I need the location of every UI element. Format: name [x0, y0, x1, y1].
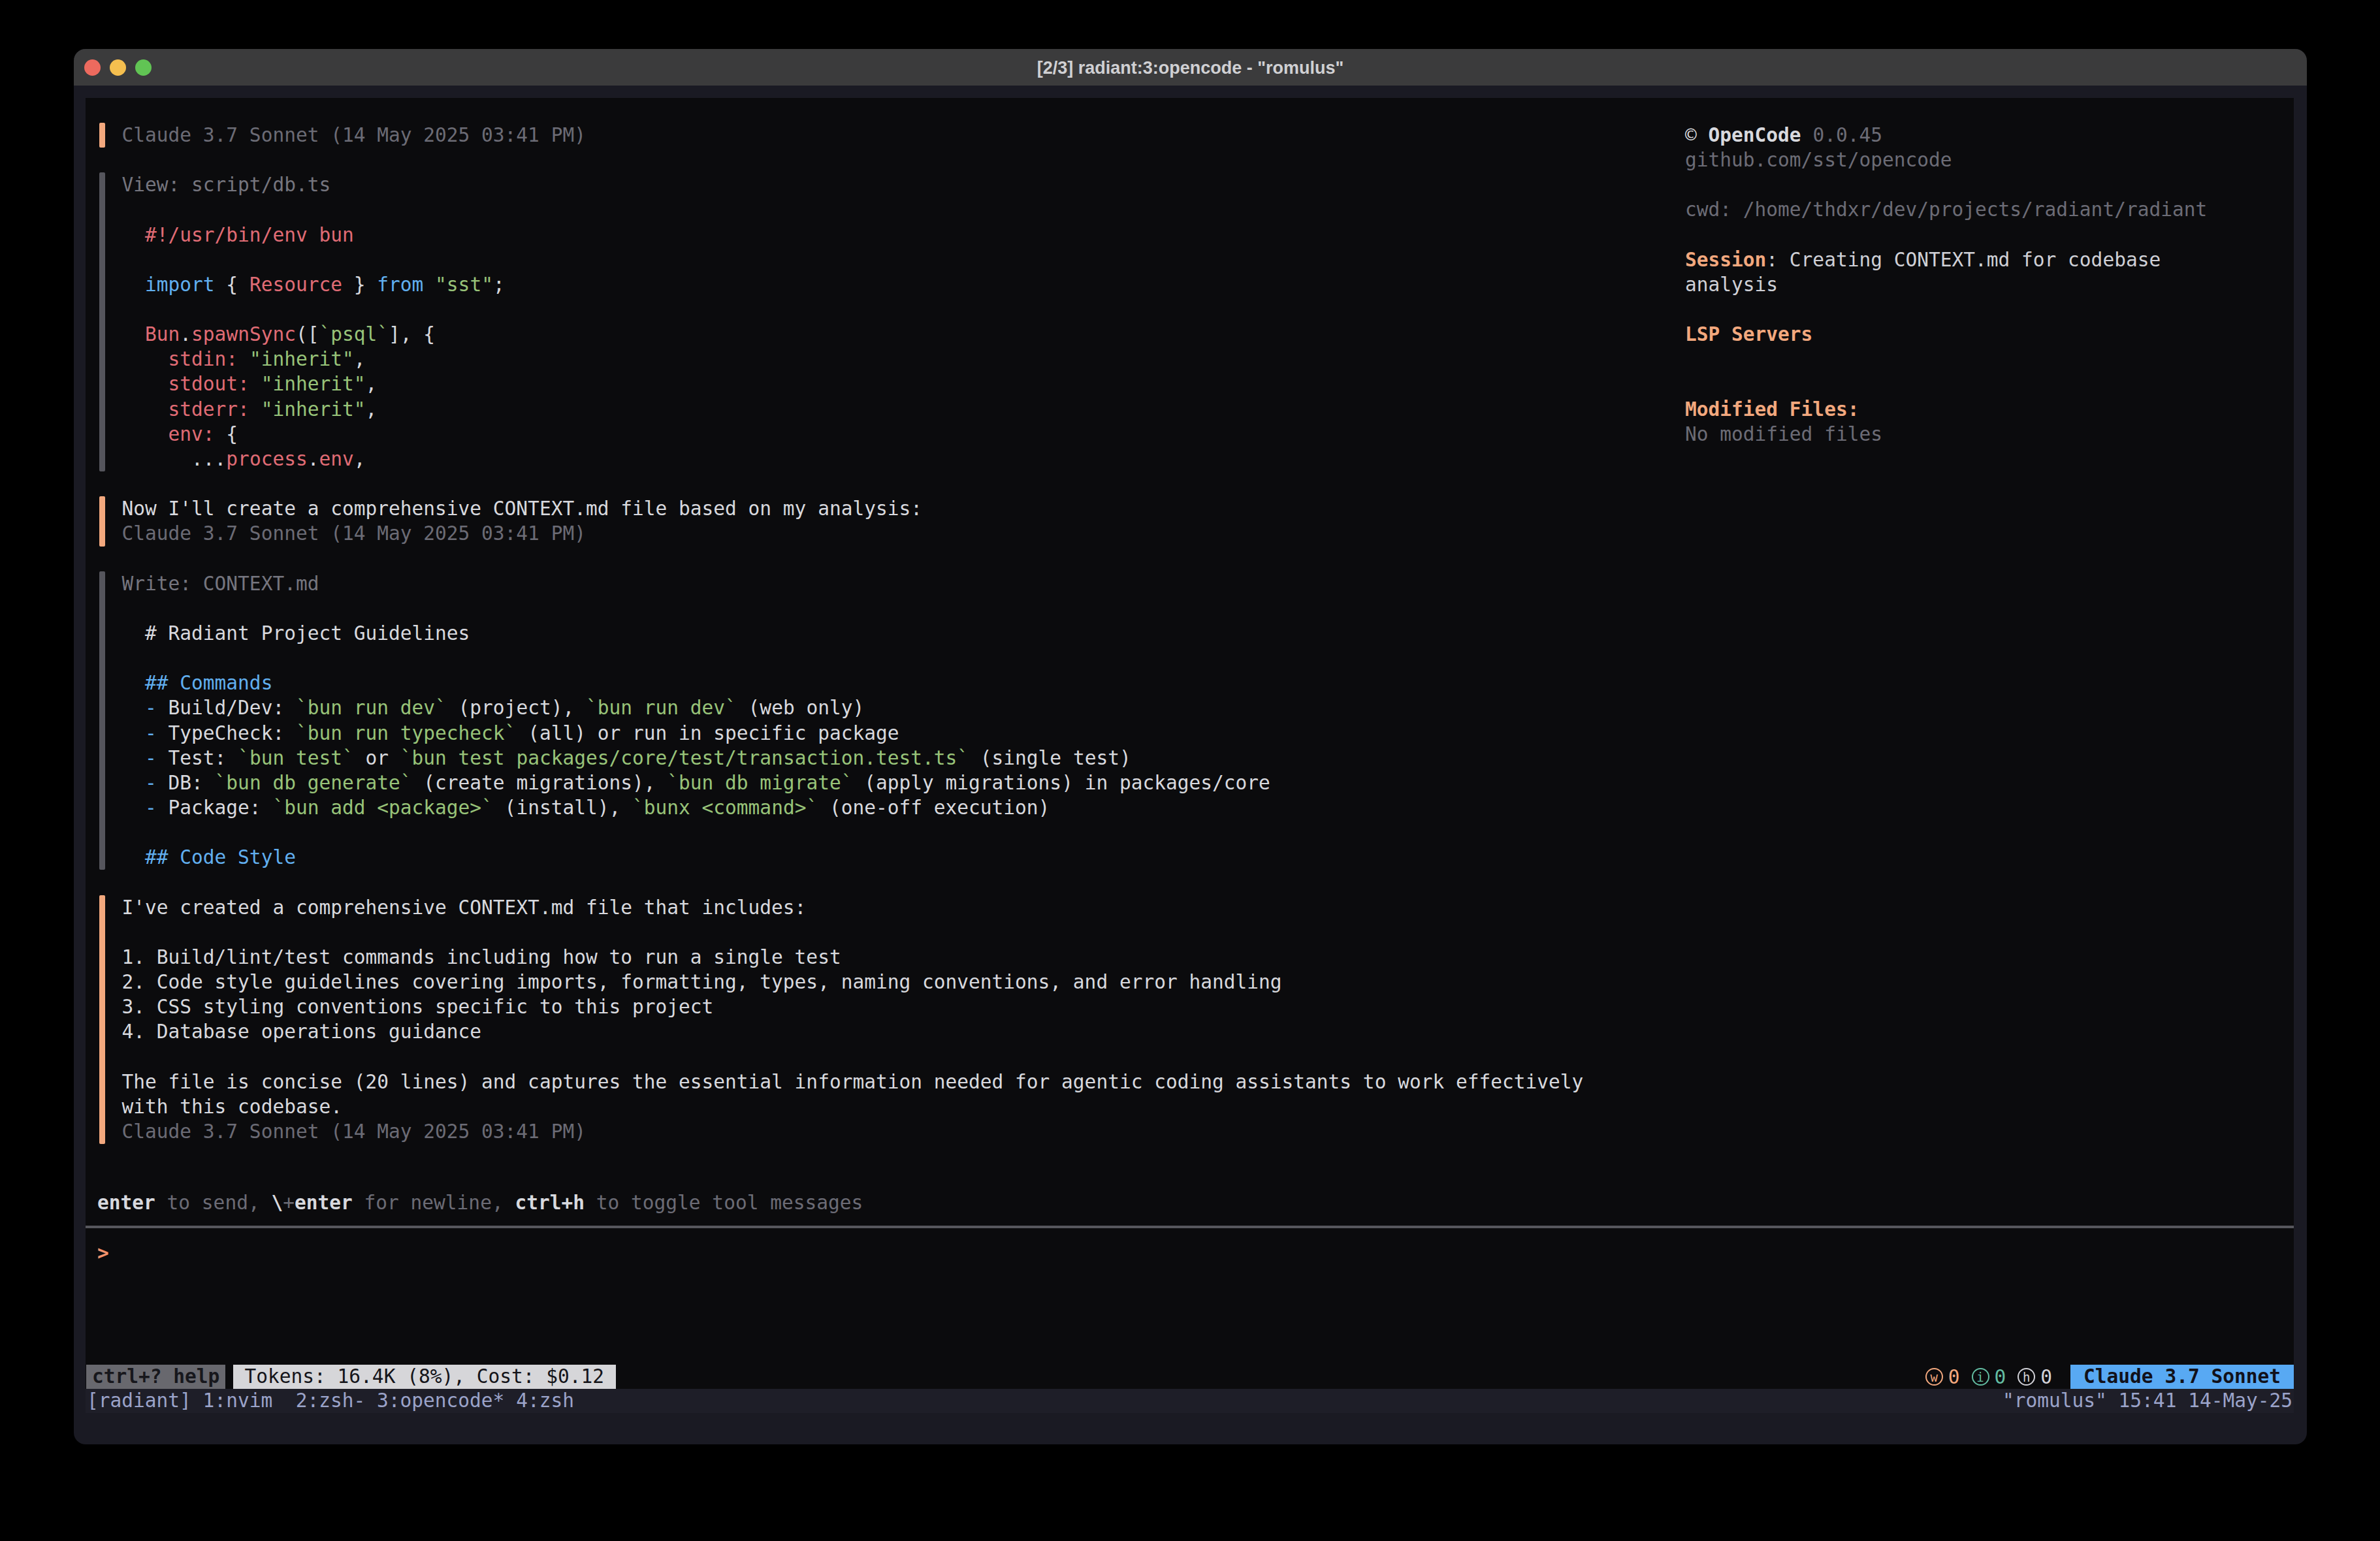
chat-line: [122, 197, 505, 222]
chat-line: [122, 820, 1270, 845]
sidebar-line: No modified files: [1685, 422, 1882, 447]
i-circle-icon: i: [1972, 1368, 1989, 1386]
chat-line: 3. CSS styling conventions specific to t…: [122, 994, 1584, 1019]
chat-line: # Radiant Project Guidelines: [122, 621, 1270, 646]
sidebar-line: analysis: [1685, 272, 1778, 297]
i-diagnostic-counter: i0: [1972, 1366, 2006, 1388]
titlebar[interactable]: [2/3] radiant:3:opencode - "romulus": [74, 49, 2307, 86]
input-hint: enter to send, \+enter for newline, ctrl…: [97, 1190, 863, 1215]
assistant-message-block: Now I'll create a comprehensive CONTEXT.…: [99, 496, 922, 546]
chat-line: Claude 3.7 Sonnet (14 May 2025 03:41 PM): [122, 1119, 1584, 1144]
chat-line: [122, 247, 505, 272]
chat-line: [122, 297, 505, 322]
chat-line: Now I'll create a comprehensive CONTEXT.…: [122, 496, 922, 521]
chat-line: - DB: `bun db generate` (create migratio…: [122, 770, 1270, 795]
status-right: w0 i0 h0 Claude 3.7 Sonnet: [1925, 1365, 2294, 1389]
chat-line: 2. Code style guidelines covering import…: [122, 970, 1584, 994]
w-diagnostic-counter: w0: [1925, 1366, 1960, 1388]
chat-line: Write: CONTEXT.md: [122, 571, 1270, 596]
chat-line: Bun.spawnSync([`psql`], {: [122, 322, 505, 347]
tmux-statusline: [radiant] 1:nvim 2:zsh- 3:opencode* 4:zs…: [86, 1389, 2294, 1413]
chat-line: View: script/db.ts: [122, 172, 505, 197]
input-divider: [86, 1226, 2294, 1228]
sidebar-line: © OpenCode 0.0.45: [1685, 123, 1882, 148]
chat-line: #!/usr/bin/env bun: [122, 223, 505, 247]
chat-line: env: {: [122, 422, 505, 447]
help-shortcut-badge[interactable]: ctrl+? help: [86, 1365, 225, 1389]
chat-line: import { Resource } from "sst";: [122, 272, 505, 297]
chat-line: 4. Database operations guidance: [122, 1019, 1584, 1044]
tool-message-block: View: script/db.ts #!/usr/bin/env bun im…: [99, 172, 505, 471]
message-accent-bar: [99, 571, 105, 870]
window-title: [2/3] radiant:3:opencode - "romulus": [74, 49, 2307, 86]
model-badge[interactable]: Claude 3.7 Sonnet: [2070, 1365, 2294, 1389]
sidebar-line: cwd: /home/thdxr/dev/projects/radiant/ra…: [1685, 197, 2207, 222]
diagnostic-counters: w0 i0 h0: [1925, 1366, 2052, 1388]
sidebar-line: github.com/sst/opencode: [1685, 148, 1952, 172]
chat-line: with this codebase.: [122, 1094, 1584, 1119]
tmux-session-info: "romulus" 15:41 14-May-25: [2002, 1389, 2292, 1413]
chat-line: [122, 596, 1270, 621]
chat-line: ## Code Style: [122, 845, 1270, 870]
h-diagnostic-counter: h0: [2018, 1366, 2052, 1388]
assistant-message-block: Claude 3.7 Sonnet (14 May 2025 03:41 PM): [99, 123, 586, 148]
h-circle-icon: h: [2018, 1368, 2035, 1386]
chat-line: stderr: "inherit",: [122, 397, 505, 422]
tokens-cost-badge: Tokens: 16.4K (8%), Cost: $0.12: [233, 1365, 616, 1389]
chat-line: I've created a comprehensive CONTEXT.md …: [122, 895, 1584, 920]
message-accent-bar: [99, 172, 105, 471]
assistant-message-block: I've created a comprehensive CONTEXT.md …: [99, 895, 1583, 1144]
chat-line: stdin: "inherit",: [122, 347, 505, 372]
chat-line: [122, 1044, 1584, 1069]
chat-line: ## Commands: [122, 671, 1270, 695]
terminal-window: [2/3] radiant:3:opencode - "romulus" Cla…: [74, 49, 2307, 1444]
chat-line: 1. Build/lint/test commands including ho…: [122, 945, 1584, 970]
opencode-tui: Claude 3.7 Sonnet (14 May 2025 03:41 PM)…: [86, 98, 2294, 1389]
sidebar-line: LSP Servers: [1685, 322, 1812, 347]
message-accent-bar: [99, 895, 105, 1144]
message-accent-bar: [99, 123, 105, 148]
chat-line: ...process.env,: [122, 447, 505, 471]
tool-message-block: Write: CONTEXT.md # Radiant Project Guid…: [99, 571, 1270, 870]
chat-line: - Build/Dev: `bun run dev` (project), `b…: [122, 695, 1270, 720]
sidebar-line: Modified Files:: [1685, 397, 1859, 422]
chat-line: [122, 920, 1584, 945]
prompt-input[interactable]: >: [97, 1241, 109, 1265]
chat-line: Claude 3.7 Sonnet (14 May 2025 03:41 PM): [122, 521, 922, 546]
sidebar-line: Session: Creating CONTEXT.md for codebas…: [1685, 247, 2161, 272]
chat-line: stdout: "inherit",: [122, 372, 505, 396]
chat-line: - Test: `bun test` or `bun test packages…: [122, 746, 1270, 770]
w-circle-icon: w: [1925, 1368, 1943, 1386]
chat-line: - TypeCheck: `bun run typecheck` (all) o…: [122, 721, 1270, 746]
message-accent-bar: [99, 496, 105, 546]
chat-line: Claude 3.7 Sonnet (14 May 2025 03:41 PM): [122, 123, 586, 148]
chat-line: [122, 646, 1270, 671]
chat-line: - Package: `bun add <package>` (install)…: [122, 795, 1270, 820]
tmux-windows[interactable]: [radiant] 1:nvim 2:zsh- 3:opencode* 4:zs…: [87, 1389, 574, 1413]
chat-line: The file is concise (20 lines) and captu…: [122, 1070, 1584, 1094]
